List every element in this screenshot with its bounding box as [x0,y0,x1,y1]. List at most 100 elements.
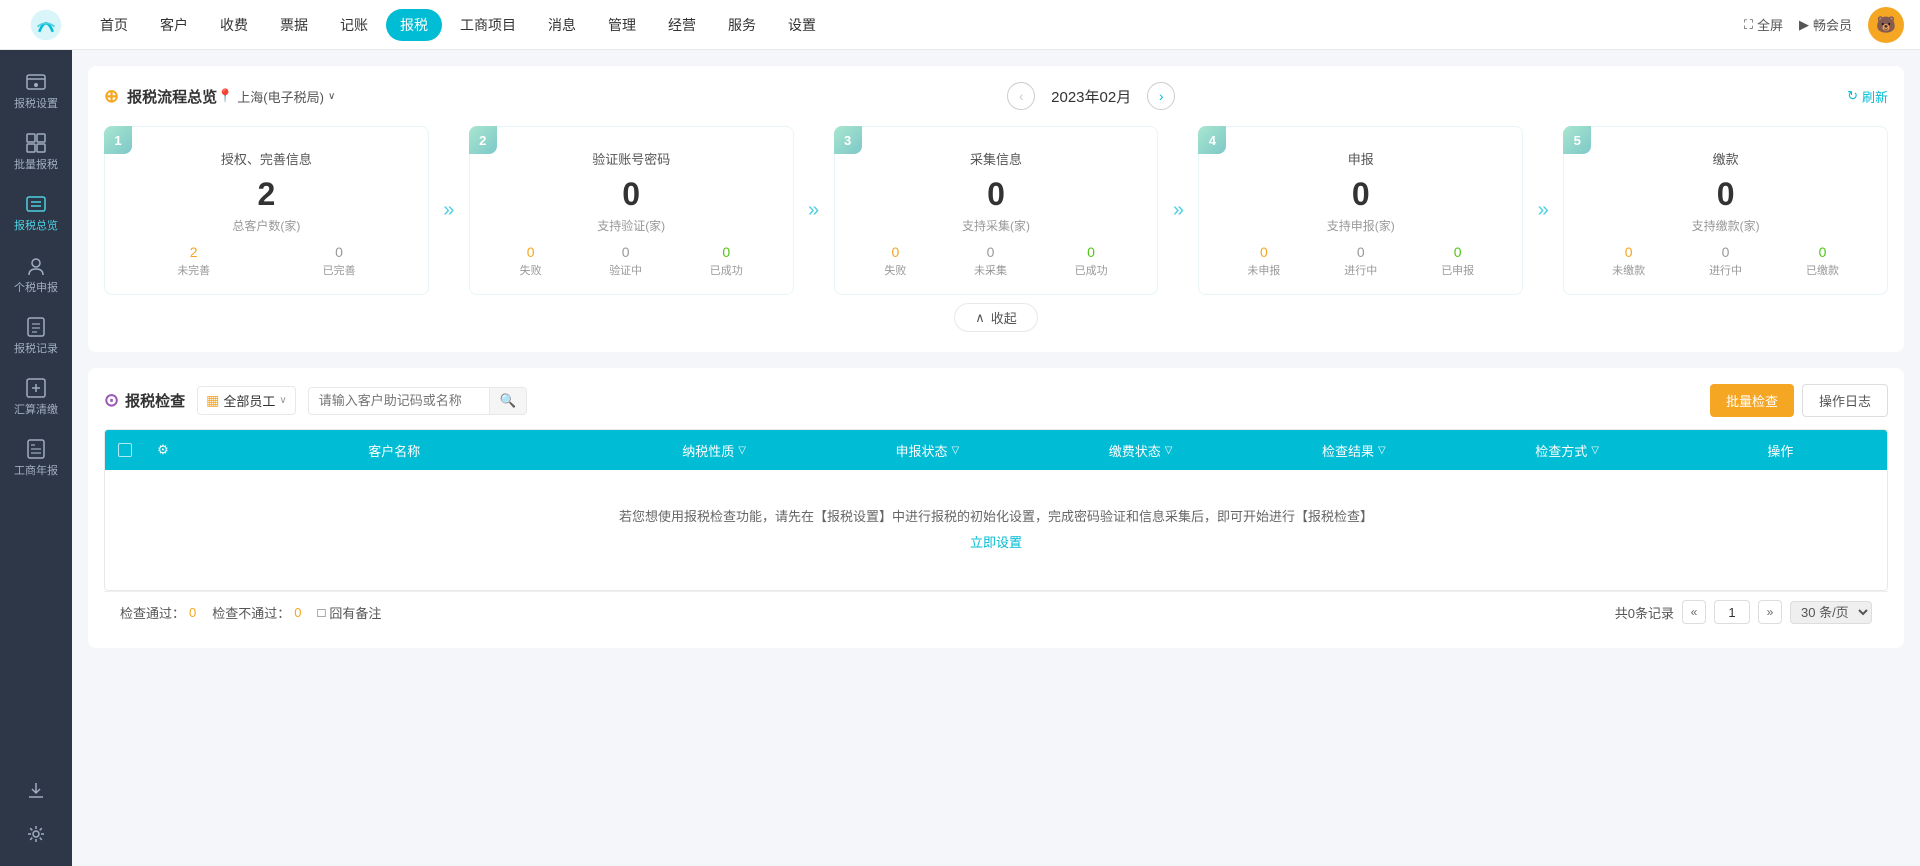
pass-count-link[interactable]: 0 [189,605,196,620]
sidebar-item-batch-tax[interactable]: 批量报税 [0,121,72,182]
play-icon: ▶ [1799,17,1809,33]
stat-verified[interactable]: 0 已成功 [710,244,743,278]
header-checkbox[interactable] [118,443,132,457]
nav-home[interactable]: 首页 [86,9,142,41]
step-1-stats: 2 未完善 0 已完善 [121,244,412,278]
pass-count: 检查通过： 0 [120,603,196,622]
step-4-number: 4 [1198,126,1226,154]
stat-collect-fail[interactable]: 0 失败 [884,244,906,278]
nav-client[interactable]: 客户 [146,9,202,41]
avatar[interactable]: 🐻 [1868,7,1904,43]
step-3-stats: 0 失败 0 未采集 0 已成功 [851,244,1142,278]
column-settings-icon[interactable]: ⚙ [157,442,169,458]
nav-fee[interactable]: 收费 [206,9,262,41]
step-2-subtitle: 支持验证(家) [486,217,777,234]
sidebar: 报税设置 批量报税 报税总览 个税申报 报税记录 [0,50,72,866]
stat-not-collected[interactable]: 0 未采集 [974,244,1007,278]
nav-manage[interactable]: 管理 [594,9,650,41]
footer-right: 共0条记录 « » 30 条/页 [1615,600,1872,624]
download-icon [24,778,48,802]
step-5-number: 5 [1563,126,1591,154]
main-content: ⊕ 报税流程总览 📍 上海(电子税局) ∨ ‹ 2023年02月 › ↻ [72,50,1920,866]
location-selector[interactable]: 📍 上海(电子税局) ∨ [217,87,335,106]
stat-paid[interactable]: 0 已缴款 [1806,244,1839,278]
sidebar-download[interactable] [0,768,72,812]
nav-commerce[interactable]: 工商项目 [446,9,530,41]
steps-container: 1 授权、完善信息 2 总客户数(家) 2 未完善 0 已完善 [104,126,1888,295]
per-page-select[interactable]: 30 条/页 [1790,601,1872,624]
batch-tax-icon [24,131,48,155]
chevron-up-icon: ∧ [975,310,985,326]
sidebar-item-settlement[interactable]: 汇算清缴 [0,366,72,427]
step-1-number: 1 [104,126,132,154]
fullscreen-button[interactable]: ⛶ 全屏 [1744,15,1783,34]
arrow-4-5: » [1523,126,1563,295]
staff-icon: ▦ [206,392,219,409]
table-footer: 检查通过： 0 检查不通过： 0 □ 囧有备注 共0条记录 « [104,591,1888,632]
stat-failed[interactable]: 0 失败 [520,244,542,278]
nav-invoice[interactable]: 票据 [266,9,322,41]
stat-complete[interactable]: 0 已完善 [323,244,356,278]
personal-tax-icon [24,254,48,278]
empty-message: 若您想使用报税检查功能，请先在【报税设置】中进行报税的初始化设置，完成密码验证和… [619,504,1373,530]
nav-tax[interactable]: 报税 [386,9,442,41]
tax-overview-icon [24,192,48,216]
fail-count-link[interactable]: 0 [294,605,301,620]
filter-icon-5[interactable]: ▽ [1591,445,1599,456]
stat-incomplete[interactable]: 2 未完善 [177,244,210,278]
member-button[interactable]: ▶ 畅会员 [1799,15,1852,34]
step-1-subtitle: 总客户数(家) [121,217,412,234]
filter-icon-3[interactable]: ▽ [1165,445,1173,456]
sidebar-item-annual-report[interactable]: 工商年报 [0,427,72,488]
first-page-button[interactable]: « [1682,600,1706,624]
stat-not-reported[interactable]: 0 未申报 [1247,244,1280,278]
step-5-stats: 0 未缴款 0 进行中 0 已缴款 [1580,244,1871,278]
check-header: ⊙ 报税检查 ▦ 全部员工 ∨ 🔍 批量检查 操作日志 [104,384,1888,417]
stat-reporting[interactable]: 0 进行中 [1344,244,1377,278]
sidebar-item-personal-tax[interactable]: 个税申报 [0,244,72,305]
search-button[interactable]: 🔍 [489,388,527,414]
stat-paying[interactable]: 0 进行中 [1709,244,1742,278]
logo[interactable] [16,8,76,42]
filter-icon-4[interactable]: ▽ [1378,445,1386,456]
step-5-count: 0 [1580,176,1871,213]
stat-verifying[interactable]: 0 验证中 [609,244,642,278]
step-2-card: 2 验证账号密码 0 支持验证(家) 0 失败 0 验证中 [469,126,794,295]
nav-message[interactable]: 消息 [534,9,590,41]
staff-selector[interactable]: ▦ 全部员工 ∨ [197,386,296,415]
stat-not-paid[interactable]: 0 未缴款 [1612,244,1645,278]
page-input[interactable] [1714,600,1750,624]
step-2-number: 2 [469,126,497,154]
tax-settings-icon [24,70,48,94]
nav-settings[interactable]: 设置 [774,9,830,41]
sidebar-config[interactable] [0,812,72,856]
footer-left: 检查通过： 0 检查不通过： 0 □ 囧有备注 [120,603,381,622]
nav-menu: 首页 客户 收费 票据 记账 报税 工商项目 消息 管理 经营 服务 设置 [86,9,1744,41]
setup-link[interactable]: 立即设置 [970,530,1022,556]
th-client-name: 客户名称 [181,441,608,460]
search-input[interactable] [309,388,489,413]
prev-month-button[interactable]: ‹ [1007,82,1035,110]
step-4-count: 0 [1215,176,1506,213]
plus-circle-icon: ⊕ [104,86,119,107]
sidebar-item-tax-record[interactable]: 报税记录 [0,305,72,366]
nav-accounting[interactable]: 记账 [326,9,382,41]
batch-check-button[interactable]: 批量检查 [1710,384,1794,417]
sidebar-item-tax-overview[interactable]: 报税总览 [0,182,72,243]
stat-collected[interactable]: 0 已成功 [1075,244,1108,278]
nav-service[interactable]: 服务 [714,9,770,41]
refresh-button[interactable]: ↻ 刷新 [1847,87,1888,106]
operation-log-button[interactable]: 操作日志 [1802,384,1888,417]
search-box: 🔍 [308,387,528,415]
step-3-count: 0 [851,176,1142,213]
circle-dot-icon: ⊙ [104,390,119,411]
nav-operation[interactable]: 经营 [654,9,710,41]
stat-reported[interactable]: 0 已申报 [1441,244,1474,278]
collapse-button[interactable]: ∧ 收起 [954,303,1038,332]
last-page-button[interactable]: » [1758,600,1782,624]
sidebar-item-tax-settings[interactable]: 报税设置 [0,60,72,121]
annual-report-icon [24,437,48,461]
filter-icon-1[interactable]: ▽ [738,445,746,456]
next-month-button[interactable]: › [1147,82,1175,110]
filter-icon-2[interactable]: ▽ [952,445,960,456]
